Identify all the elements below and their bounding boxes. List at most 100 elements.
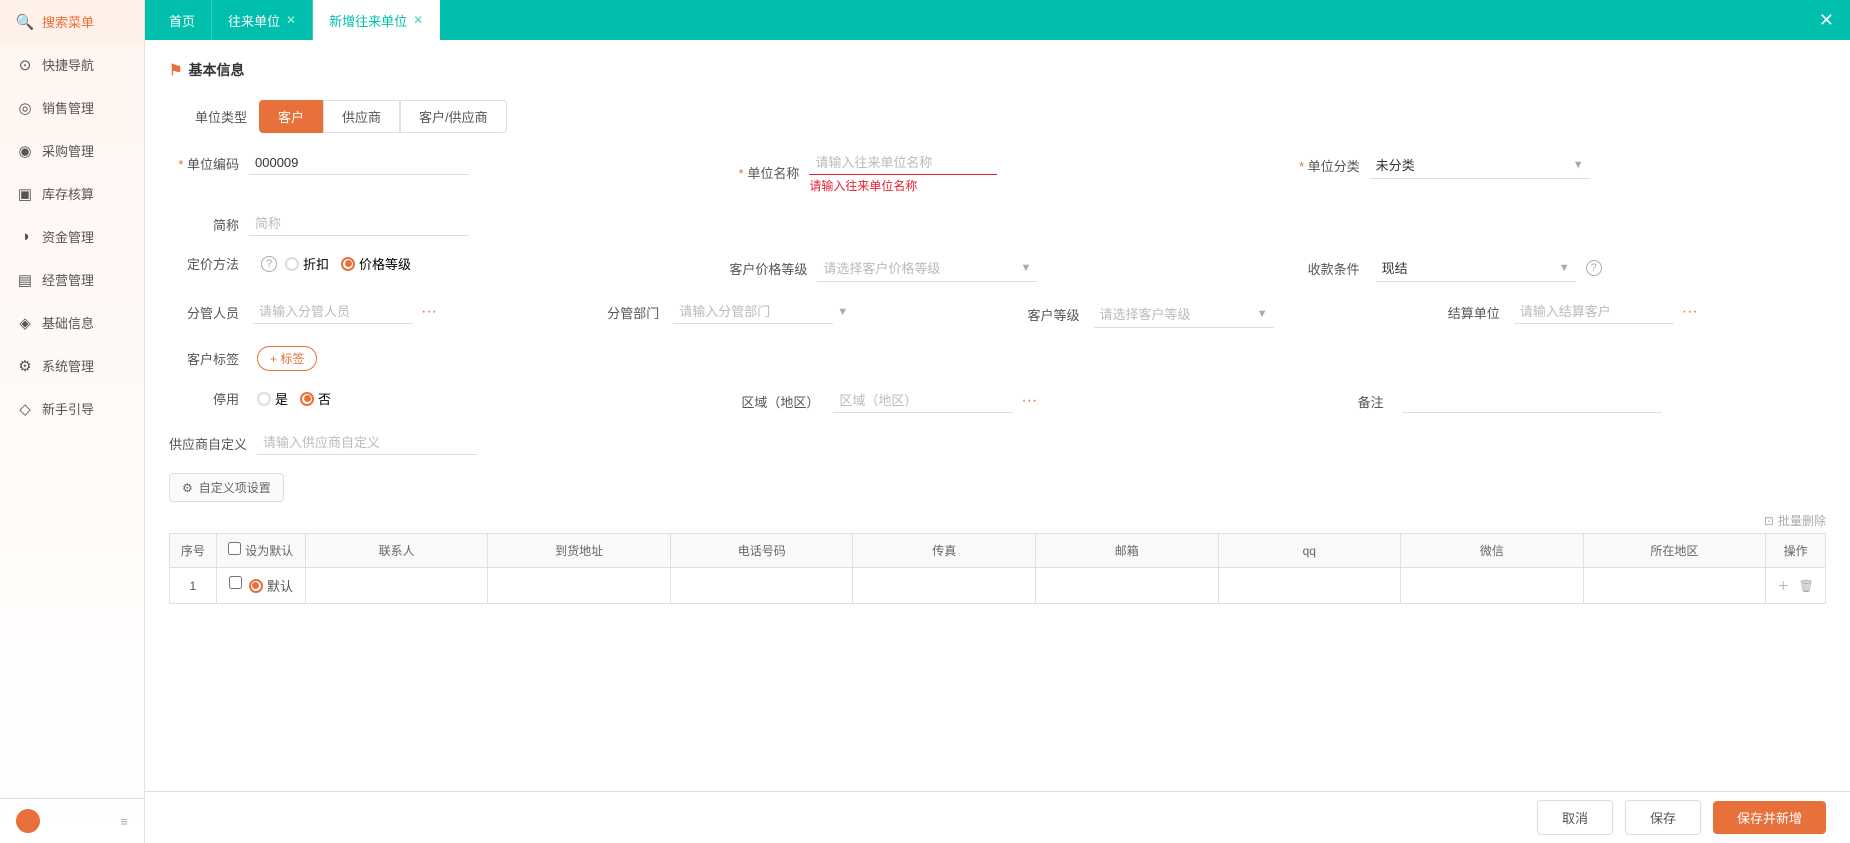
row-delete-btn[interactable]: 🗑 [1799, 579, 1814, 593]
short-name-input[interactable] [249, 212, 469, 236]
row-fax-input[interactable] [863, 579, 1025, 593]
row-address [488, 568, 671, 604]
supplier-custom-input[interactable] [257, 431, 477, 455]
row-contact-input[interactable] [316, 579, 478, 593]
row-email [1036, 568, 1219, 604]
field-unit-name: 单位名称 请输入往来单位名称 [729, 151, 1265, 194]
save-new-button[interactable]: 保存并新增 [1713, 801, 1826, 834]
department-chevron: ▼ [837, 306, 848, 318]
settlement-unit-input[interactable] [1514, 300, 1674, 324]
tab-new-contact-close[interactable]: ✕ [413, 13, 423, 27]
sidebar-item-management[interactable]: ▤ 经营管理 [0, 258, 144, 301]
radio-no[interactable]: 否 [300, 389, 331, 408]
tab-new-contact[interactable]: 新增往来单位 ✕ [313, 0, 440, 40]
sidebar-item-sales[interactable]: ◎ 销售管理 [0, 86, 144, 129]
region-more-btn[interactable]: ··· [1017, 392, 1041, 410]
field-manager: 分管人员 ··· [169, 300, 565, 324]
payment-condition-select[interactable]: 现结 ▼ [1376, 254, 1576, 282]
payment-condition-chevron: ▼ [1559, 262, 1570, 274]
save-button[interactable]: 保存 [1625, 800, 1701, 835]
field-supplier-custom: 供应商自定义 [169, 431, 1826, 455]
manager-input[interactable] [253, 300, 413, 324]
tab-contacts[interactable]: 往来单位 ✕ [212, 0, 313, 40]
tab-contacts-close[interactable]: ✕ [286, 13, 296, 27]
row-region-input[interactable] [1594, 579, 1756, 593]
sidebar-item-quicknav[interactable]: ⊙ 快捷导航 [0, 43, 144, 86]
unit-type-btn-customer[interactable]: 客户 [259, 100, 323, 133]
sidebar-item-search[interactable]: 🔍 搜索菜单 [0, 0, 144, 43]
unit-type-btn-supplier[interactable]: 供应商 [323, 100, 400, 133]
info-icon: ◈ [16, 314, 34, 332]
unit-type-btn-both[interactable]: 客户/供应商 [400, 100, 507, 133]
form-row-pricing: 定价方法 ? 折扣 价格等级 客户价格等级 请选择客户价格等级 [169, 254, 1826, 282]
field-unit-code: 单位编码 [169, 151, 705, 175]
row-qq-input[interactable] [1229, 579, 1391, 593]
form-row-1: 单位编码 单位名称 请输入往来单位名称 单位分类 未分类 ▼ [169, 151, 1826, 194]
add-tag-button[interactable]: + 标签 [257, 346, 317, 371]
pricing-help-icon[interactable]: ? [261, 256, 277, 272]
row-region [1583, 568, 1766, 604]
remark-input[interactable] [1402, 389, 1662, 413]
row-wechat-input[interactable] [1411, 579, 1573, 593]
payment-condition-help-icon[interactable]: ? [1586, 260, 1602, 276]
sidebar-item-inventory[interactable]: ▣ 库存核算 [0, 172, 144, 215]
sidebar-item-finance[interactable]: ◑ 资金管理 [0, 215, 144, 258]
tab-home-label: 首页 [169, 11, 195, 30]
customer-level-select[interactable]: 请选择客户等级 ▼ [1094, 300, 1274, 328]
radio-discount[interactable]: 折扣 [285, 254, 329, 273]
sidebar-item-purchase[interactable]: ◉ 采购管理 [0, 129, 144, 172]
custom-settings-button[interactable]: ⚙ 自定义项设置 [169, 473, 284, 502]
select-all-checkbox[interactable] [228, 542, 241, 555]
col-seq: 序号 [170, 534, 217, 568]
field-disabled: 停用 是 否 [169, 389, 681, 408]
radio-yes[interactable]: 是 [257, 389, 288, 408]
unit-category-select[interactable]: 未分类 ▼ [1370, 151, 1590, 179]
tab-home[interactable]: 首页 [153, 0, 212, 40]
radio-yes-label: 是 [275, 389, 288, 408]
row-fax [853, 568, 1036, 604]
remark-label: 备注 [1314, 392, 1394, 411]
col-wechat: 微信 [1401, 534, 1584, 568]
department-input[interactable] [673, 300, 833, 324]
row-email-input[interactable] [1046, 579, 1208, 593]
pricing-radio-group: 折扣 价格等级 [285, 254, 411, 273]
tabbar-close-all[interactable]: ✕ [1811, 10, 1842, 31]
row-default-radio[interactable]: 默认 [249, 576, 293, 595]
chart-icon: ◎ [16, 99, 34, 117]
sidebar-item-system[interactable]: ⚙ 系统管理 [0, 344, 144, 387]
row-checkbox[interactable] [229, 576, 242, 589]
table-header-row: 序号 设为默认 联系人 到货地址 电话号码 传真 邮箱 qq 微信 所在地区 操… [170, 534, 1826, 568]
custom-settings-section: ⚙ 自定义项设置 [169, 473, 1826, 502]
radio-price-level-circle [341, 257, 355, 271]
unit-name-wrapper: 请输入往来单位名称 [809, 151, 997, 194]
row-add-btn[interactable]: ＋ [1777, 579, 1789, 593]
batch-delete-icon: ⊡ [1764, 514, 1774, 528]
customer-tag-label: 客户标签 [169, 349, 249, 368]
unit-name-input[interactable] [809, 151, 997, 175]
region-input[interactable] [833, 389, 1013, 413]
sidebar-item-guide[interactable]: ◇ 新手引导 [0, 387, 144, 430]
sidebar-label-sales: 销售管理 [42, 98, 94, 117]
manager-more-btn[interactable]: ··· [417, 303, 441, 321]
col-address: 到货地址 [488, 534, 671, 568]
cancel-button[interactable]: 取消 [1537, 800, 1613, 835]
unit-type-label: 单位类型 [169, 107, 259, 126]
sidebar-item-base-info[interactable]: ◈ 基础信息 [0, 301, 144, 344]
field-short-name: 简称 [169, 212, 1826, 236]
region-label: 区域（地区） [741, 392, 829, 411]
unit-code-input[interactable] [249, 151, 469, 175]
settlement-unit-more-btn[interactable]: ··· [1678, 303, 1702, 321]
row-phone-input[interactable] [681, 579, 843, 593]
sidebar-label-search: 搜索菜单 [42, 12, 94, 31]
field-remark: 备注 [1314, 389, 1826, 413]
row-address-input[interactable] [498, 579, 660, 593]
row-phone [670, 568, 853, 604]
supplier-custom-label: 供应商自定义 [169, 434, 257, 453]
radio-price-level[interactable]: 价格等级 [341, 254, 411, 273]
section-title-basic: ⚑ 基本信息 [169, 60, 1826, 80]
sidebar-label-purchase: 采购管理 [42, 141, 94, 160]
customer-price-level-select[interactable]: 请选择客户价格等级 ▼ [817, 254, 1037, 282]
row-seq: 1 [170, 568, 217, 604]
unit-category-chevron: ▼ [1573, 159, 1584, 171]
col-email: 邮箱 [1036, 534, 1219, 568]
